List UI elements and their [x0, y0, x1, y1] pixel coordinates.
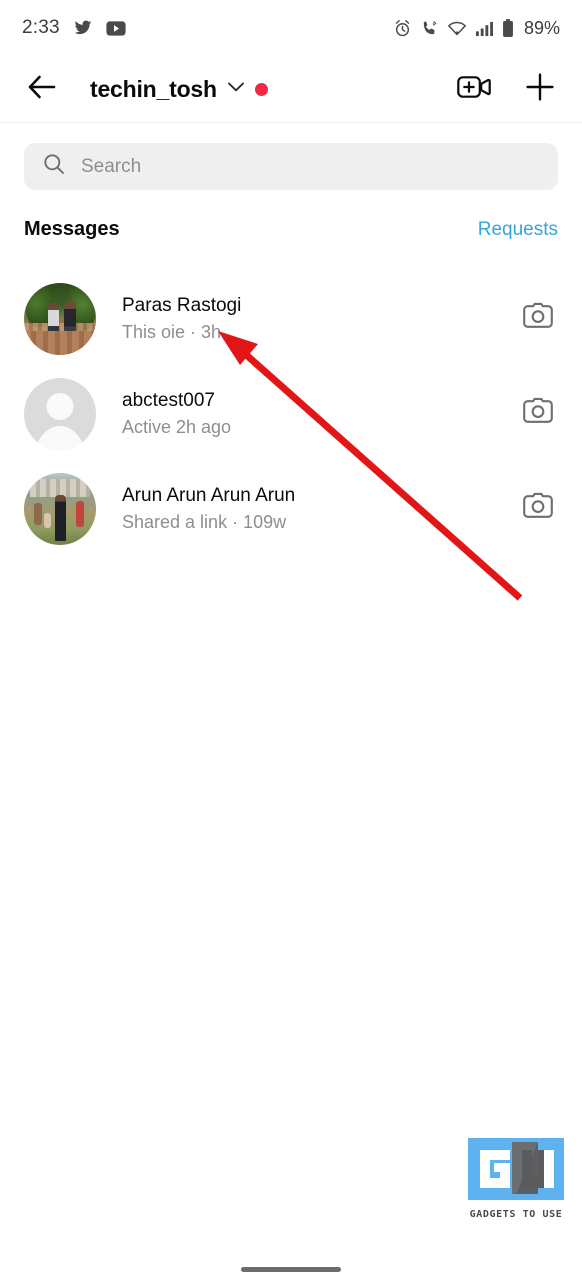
- avatar-photo-two-people: [24, 282, 96, 355]
- conversation-name: Paras Rastogi: [122, 294, 242, 316]
- camera-button[interactable]: [518, 299, 558, 339]
- status-bar-left: 2:33: [22, 17, 126, 39]
- conversation-name: abctest007: [122, 389, 215, 411]
- chevron-down-icon: [227, 80, 245, 98]
- account-switcher[interactable]: techin_tosh: [90, 76, 268, 103]
- twitter-icon: [73, 19, 93, 37]
- camera-icon: [522, 302, 554, 335]
- header-divider: [0, 122, 582, 123]
- avatar[interactable]: [24, 472, 96, 545]
- camera-button[interactable]: [518, 394, 558, 434]
- status-bar-right: 89%: [393, 18, 560, 39]
- annotation-arrow: [218, 331, 523, 601]
- page-title: techin_tosh: [90, 75, 217, 102]
- avatar[interactable]: [24, 377, 96, 450]
- conversation-row-arun[interactable]: Arun Arun Arun Arun Shared a link · 109w: [0, 461, 582, 556]
- avatar[interactable]: [24, 282, 96, 355]
- call-vibrate-icon: [420, 19, 439, 38]
- status-bar: 2:33 89%: [0, 0, 582, 56]
- conversation-text: Arun Arun Arun Arun Shared a link · 109w: [122, 485, 518, 533]
- back-button[interactable]: [22, 69, 62, 109]
- messages-section-header: Messages Requests: [0, 218, 582, 241]
- wifi-icon: [447, 20, 467, 37]
- battery-icon: [502, 18, 514, 38]
- conversation-preview: Active 2h ago: [122, 416, 232, 437]
- video-call-add-icon: [457, 74, 491, 105]
- conversation-row-paras-rastogi[interactable]: Paras Rastogi This oie · 3h: [0, 271, 582, 366]
- video-call-button[interactable]: [454, 69, 494, 109]
- camera-button[interactable]: [518, 489, 558, 529]
- watermark: GADGETS TO USE: [466, 1136, 566, 1222]
- conversation-text: Paras Rastogi This oie · 3h: [122, 295, 518, 343]
- search-input[interactable]: [81, 155, 511, 178]
- app-header: techin_tosh: [0, 56, 582, 122]
- camera-icon: [522, 492, 554, 525]
- header-actions: [454, 69, 560, 109]
- conversation-row-abctest007[interactable]: abctest007 Active 2h ago: [0, 366, 582, 461]
- battery-percent: 89%: [523, 17, 560, 38]
- search-icon: [42, 152, 66, 181]
- conversation-list: Paras Rastogi This oie · 3h abctest007 A…: [0, 271, 582, 556]
- conversation-preview: This oie · 3h: [122, 321, 222, 342]
- plus-icon: [525, 72, 555, 107]
- conversation-preview: Shared a link · 109w: [122, 511, 287, 532]
- search-bar[interactable]: [24, 143, 558, 190]
- back-arrow-icon: [27, 74, 57, 105]
- camera-icon: [522, 397, 554, 430]
- cellular-signal-icon: [475, 20, 494, 37]
- new-message-button[interactable]: [520, 69, 560, 109]
- conversation-text: abctest007 Active 2h ago: [122, 390, 518, 438]
- section-title: Messages: [24, 218, 120, 240]
- avatar-photo-crowd: [24, 472, 96, 545]
- status-time: 2:33: [22, 17, 60, 38]
- home-gesture-bar[interactable]: [241, 1267, 341, 1272]
- watermark-label: GADGETS TO USE: [469, 1209, 563, 1220]
- alarm-icon: [393, 19, 412, 38]
- status-badge: [254, 82, 268, 96]
- avatar-default-placeholder: [24, 377, 96, 450]
- youtube-icon: [106, 20, 126, 36]
- requests-link[interactable]: Requests: [478, 219, 558, 241]
- conversation-name: Arun Arun Arun Arun: [122, 484, 296, 506]
